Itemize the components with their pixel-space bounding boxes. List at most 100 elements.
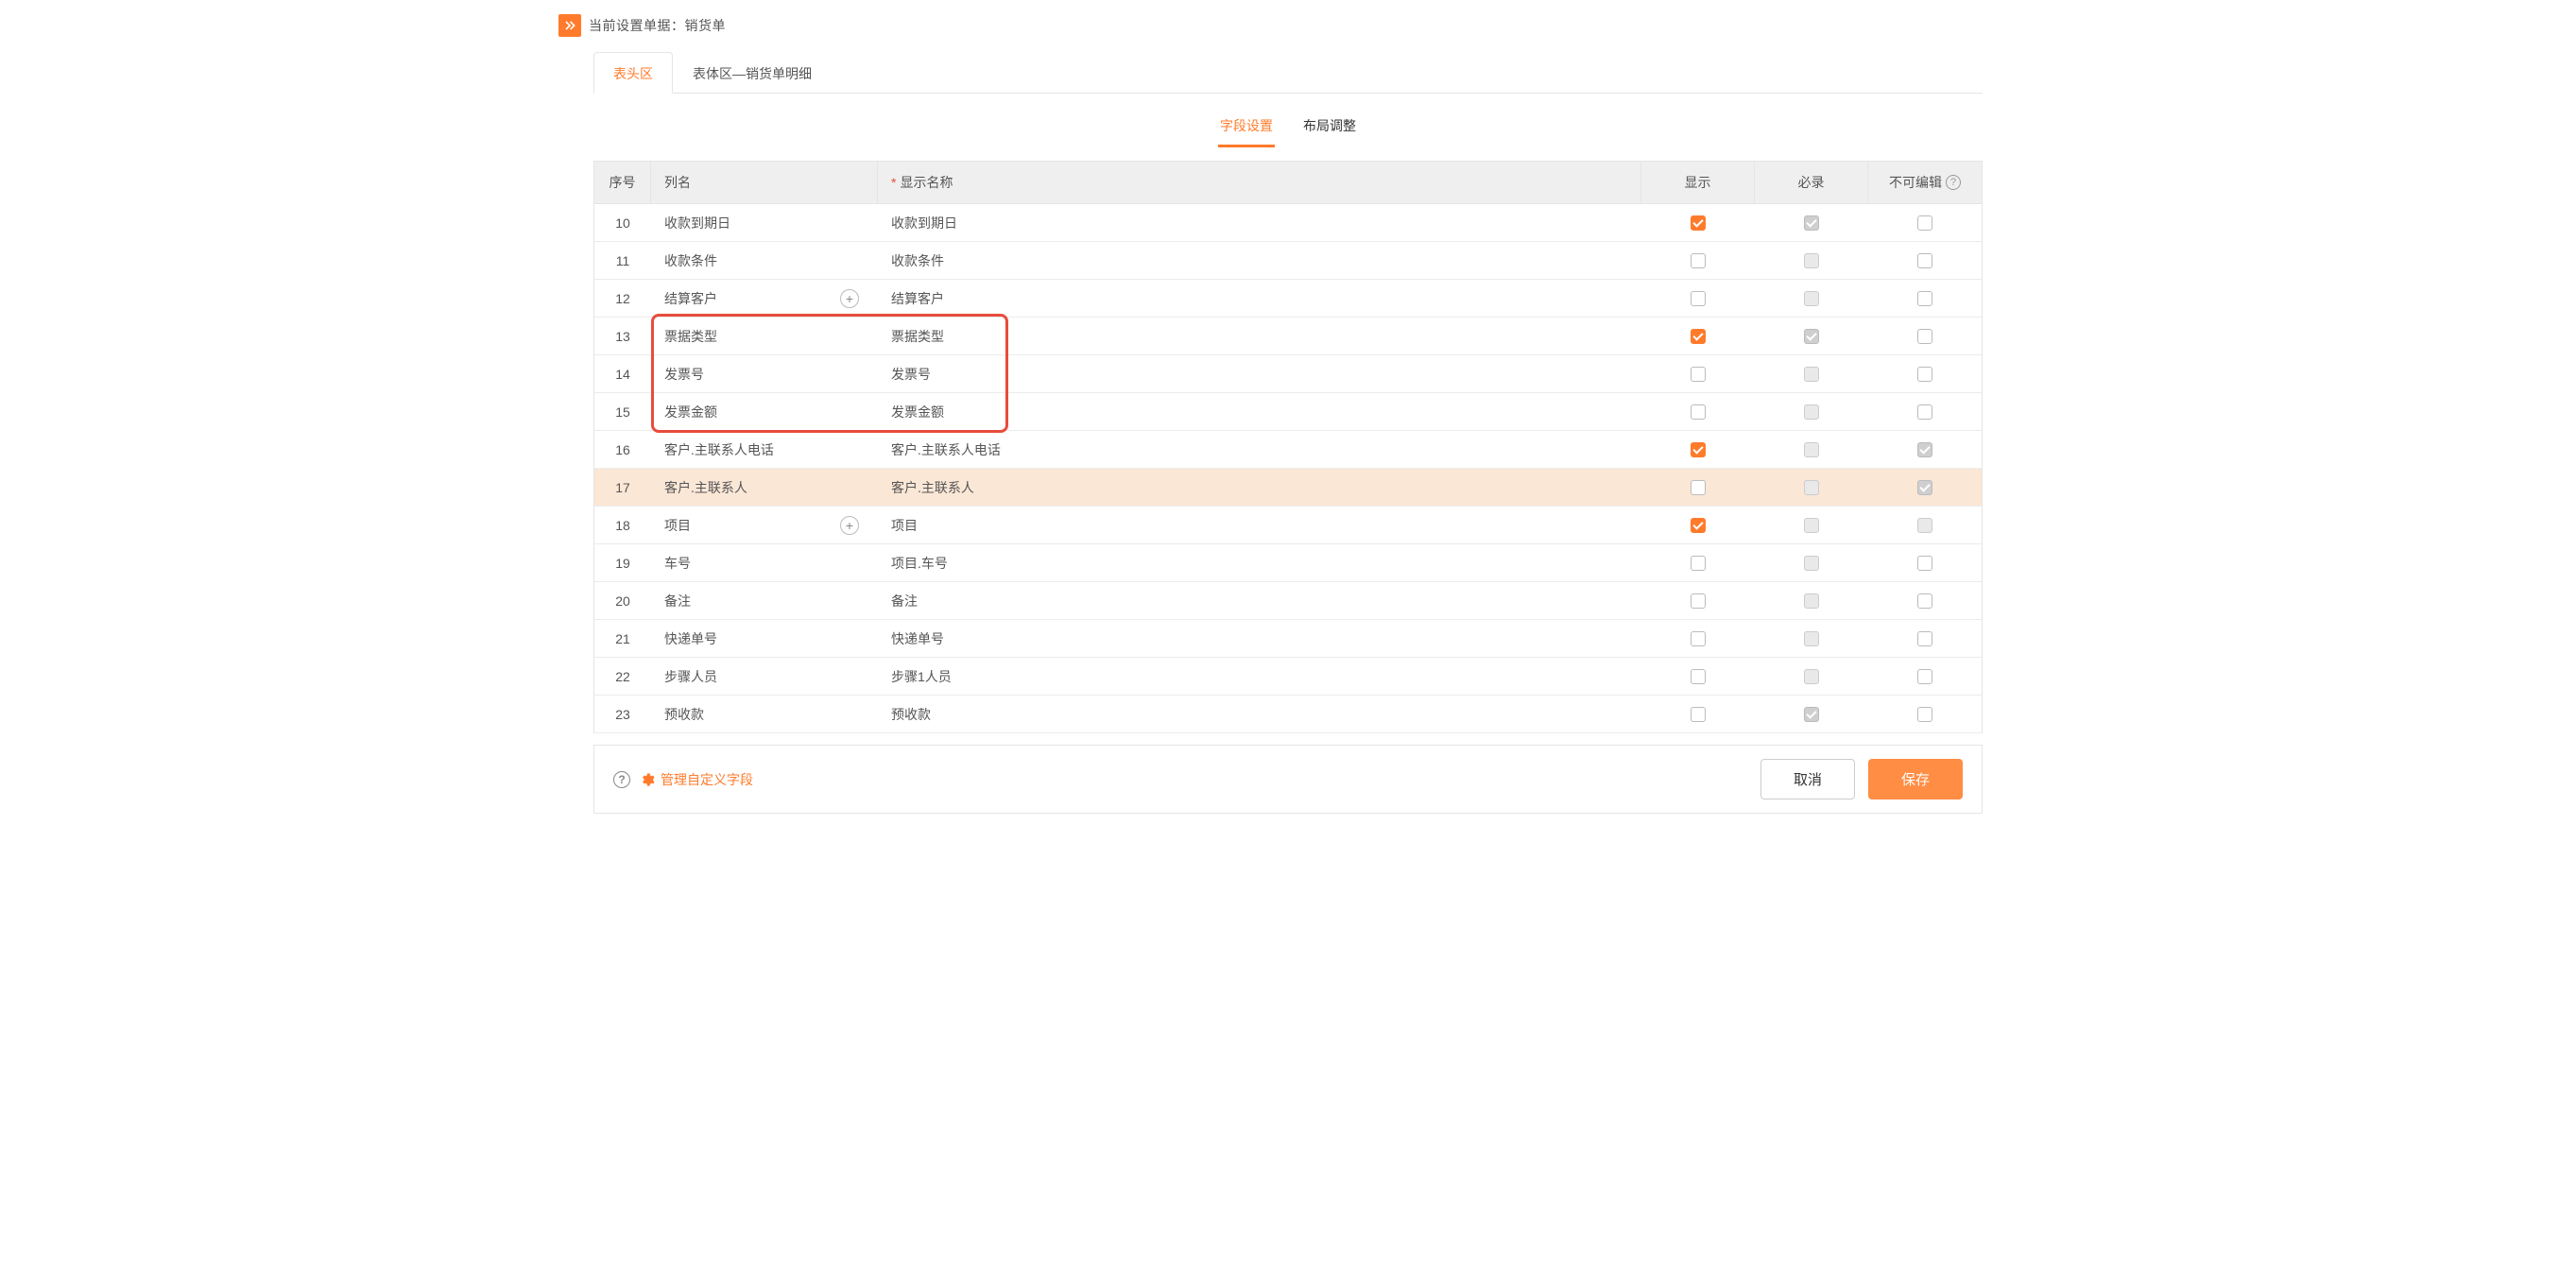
required-star-icon: * bbox=[891, 175, 896, 190]
table-row[interactable]: 17客户.主联系人客户.主联系人 bbox=[594, 469, 1982, 507]
area-tabs: 表头区表体区—销货单明细 bbox=[593, 51, 1983, 94]
cell-display-name[interactable]: 发票号 bbox=[878, 355, 1641, 392]
page-title-docname: 销货单 bbox=[685, 16, 727, 35]
required-checkbox bbox=[1804, 404, 1819, 420]
show-checkbox[interactable] bbox=[1691, 329, 1706, 344]
cell-display-name[interactable]: 备注 bbox=[878, 582, 1641, 619]
cell-col-name: 收款条件 bbox=[651, 242, 878, 279]
cell-col-name: 项目+ bbox=[651, 507, 878, 543]
cell-col-name: 预收款 bbox=[651, 696, 878, 732]
readonly-checkbox[interactable] bbox=[1917, 556, 1932, 571]
col-name-text: 发票号 bbox=[664, 365, 704, 384]
cell-display-name[interactable]: 项目.车号 bbox=[878, 544, 1641, 581]
show-checkbox[interactable] bbox=[1691, 518, 1706, 533]
readonly-checkbox[interactable] bbox=[1917, 253, 1932, 268]
table-row[interactable]: 12结算客户+结算客户 bbox=[594, 280, 1982, 318]
table-row[interactable]: 14发票号发票号 bbox=[594, 355, 1982, 393]
save-button[interactable]: 保存 bbox=[1868, 759, 1963, 799]
add-sub-column-button[interactable]: + bbox=[840, 516, 859, 535]
cell-show bbox=[1641, 620, 1755, 657]
table-row[interactable]: 13票据类型票据类型 bbox=[594, 318, 1982, 355]
table-row[interactable]: 10收款到期日收款到期日 bbox=[594, 204, 1982, 242]
area-tab-1[interactable]: 表体区—销货单明细 bbox=[673, 52, 832, 94]
cell-display-name[interactable]: 票据类型 bbox=[878, 318, 1641, 354]
cancel-button[interactable]: 取消 bbox=[1760, 759, 1855, 799]
cell-display-name[interactable]: 项目 bbox=[878, 507, 1641, 543]
cell-display-name[interactable]: 收款到期日 bbox=[878, 204, 1641, 241]
add-sub-column-button[interactable]: + bbox=[840, 289, 859, 308]
readonly-checkbox[interactable] bbox=[1917, 215, 1932, 231]
show-checkbox[interactable] bbox=[1691, 707, 1706, 722]
cell-seq: 10 bbox=[594, 204, 651, 241]
cell-display-name[interactable]: 结算客户 bbox=[878, 280, 1641, 317]
show-checkbox[interactable] bbox=[1691, 291, 1706, 306]
help-icon[interactable]: ? bbox=[1946, 175, 1961, 190]
show-checkbox[interactable] bbox=[1691, 404, 1706, 420]
manage-custom-fields-label: 管理自定义字段 bbox=[661, 770, 753, 789]
cell-display-name[interactable]: 快递单号 bbox=[878, 620, 1641, 657]
col-name-text: 车号 bbox=[664, 554, 691, 573]
readonly-checkbox[interactable] bbox=[1917, 329, 1932, 344]
table-row[interactable]: 20备注备注 bbox=[594, 582, 1982, 620]
table-row[interactable]: 21快递单号快递单号 bbox=[594, 620, 1982, 658]
readonly-checkbox[interactable] bbox=[1917, 631, 1932, 646]
cell-seq: 21 bbox=[594, 620, 651, 657]
cell-required bbox=[1755, 507, 1868, 543]
table-row[interactable]: 18项目+项目 bbox=[594, 507, 1982, 544]
show-checkbox[interactable] bbox=[1691, 556, 1706, 571]
cell-display-name[interactable]: 客户.主联系人 bbox=[878, 469, 1641, 506]
cell-col-name: 发票号 bbox=[651, 355, 878, 392]
table-row[interactable]: 11收款条件收款条件 bbox=[594, 242, 1982, 280]
cell-readonly bbox=[1868, 318, 1982, 354]
area-tab-0[interactable]: 表头区 bbox=[593, 52, 673, 94]
sub-tab-0[interactable]: 字段设置 bbox=[1218, 111, 1275, 147]
col-name-text: 客户.主联系人电话 bbox=[664, 440, 774, 459]
table-row[interactable]: 16客户.主联系人电话客户.主联系人电话 bbox=[594, 431, 1982, 469]
cell-display-name[interactable]: 预收款 bbox=[878, 696, 1641, 732]
cell-seq: 13 bbox=[594, 318, 651, 354]
readonly-checkbox[interactable] bbox=[1917, 367, 1932, 382]
show-checkbox[interactable] bbox=[1691, 253, 1706, 268]
readonly-checkbox bbox=[1917, 480, 1932, 495]
cell-display-name[interactable]: 发票金额 bbox=[878, 393, 1641, 430]
cell-required bbox=[1755, 620, 1868, 657]
cell-required bbox=[1755, 280, 1868, 317]
expand-toggle[interactable] bbox=[558, 14, 581, 37]
readonly-checkbox[interactable] bbox=[1917, 707, 1932, 722]
cell-readonly bbox=[1868, 355, 1982, 392]
readonly-checkbox[interactable] bbox=[1917, 669, 1932, 684]
show-checkbox[interactable] bbox=[1691, 593, 1706, 609]
show-checkbox[interactable] bbox=[1691, 669, 1706, 684]
col-display-name-label: 显示名称 bbox=[900, 173, 953, 192]
show-checkbox[interactable] bbox=[1691, 215, 1706, 231]
cell-display-name[interactable]: 客户.主联系人电话 bbox=[878, 431, 1641, 468]
readonly-checkbox[interactable] bbox=[1917, 404, 1932, 420]
col-seq: 序号 bbox=[594, 162, 651, 203]
cell-readonly bbox=[1868, 620, 1982, 657]
cell-display-name[interactable]: 步骤1人员 bbox=[878, 658, 1641, 695]
col-name-text: 备注 bbox=[664, 592, 691, 610]
cell-seq: 12 bbox=[594, 280, 651, 317]
show-checkbox[interactable] bbox=[1691, 442, 1706, 457]
table-row[interactable]: 22步骤人员步骤1人员 bbox=[594, 658, 1982, 696]
col-name-text: 预收款 bbox=[664, 705, 704, 724]
show-checkbox[interactable] bbox=[1691, 631, 1706, 646]
cell-col-name: 步骤人员 bbox=[651, 658, 878, 695]
cell-display-name[interactable]: 收款条件 bbox=[878, 242, 1641, 279]
show-checkbox[interactable] bbox=[1691, 367, 1706, 382]
table-row[interactable]: 23预收款预收款 bbox=[594, 696, 1982, 733]
cell-show bbox=[1641, 469, 1755, 506]
table-row[interactable]: 15发票金额发票金额 bbox=[594, 393, 1982, 431]
cell-required bbox=[1755, 242, 1868, 279]
table-row[interactable]: 19车号项目.车号 bbox=[594, 544, 1982, 582]
cell-show bbox=[1641, 582, 1755, 619]
readonly-checkbox[interactable] bbox=[1917, 291, 1932, 306]
show-checkbox[interactable] bbox=[1691, 480, 1706, 495]
readonly-checkbox[interactable] bbox=[1917, 593, 1932, 609]
required-checkbox bbox=[1804, 556, 1819, 571]
cell-readonly bbox=[1868, 658, 1982, 695]
manage-custom-fields-link[interactable]: 管理自定义字段 bbox=[640, 770, 753, 789]
sub-tab-1[interactable]: 布局调整 bbox=[1301, 111, 1358, 147]
col-readonly-label: 不可编辑 bbox=[1889, 173, 1942, 192]
cell-readonly bbox=[1868, 544, 1982, 581]
